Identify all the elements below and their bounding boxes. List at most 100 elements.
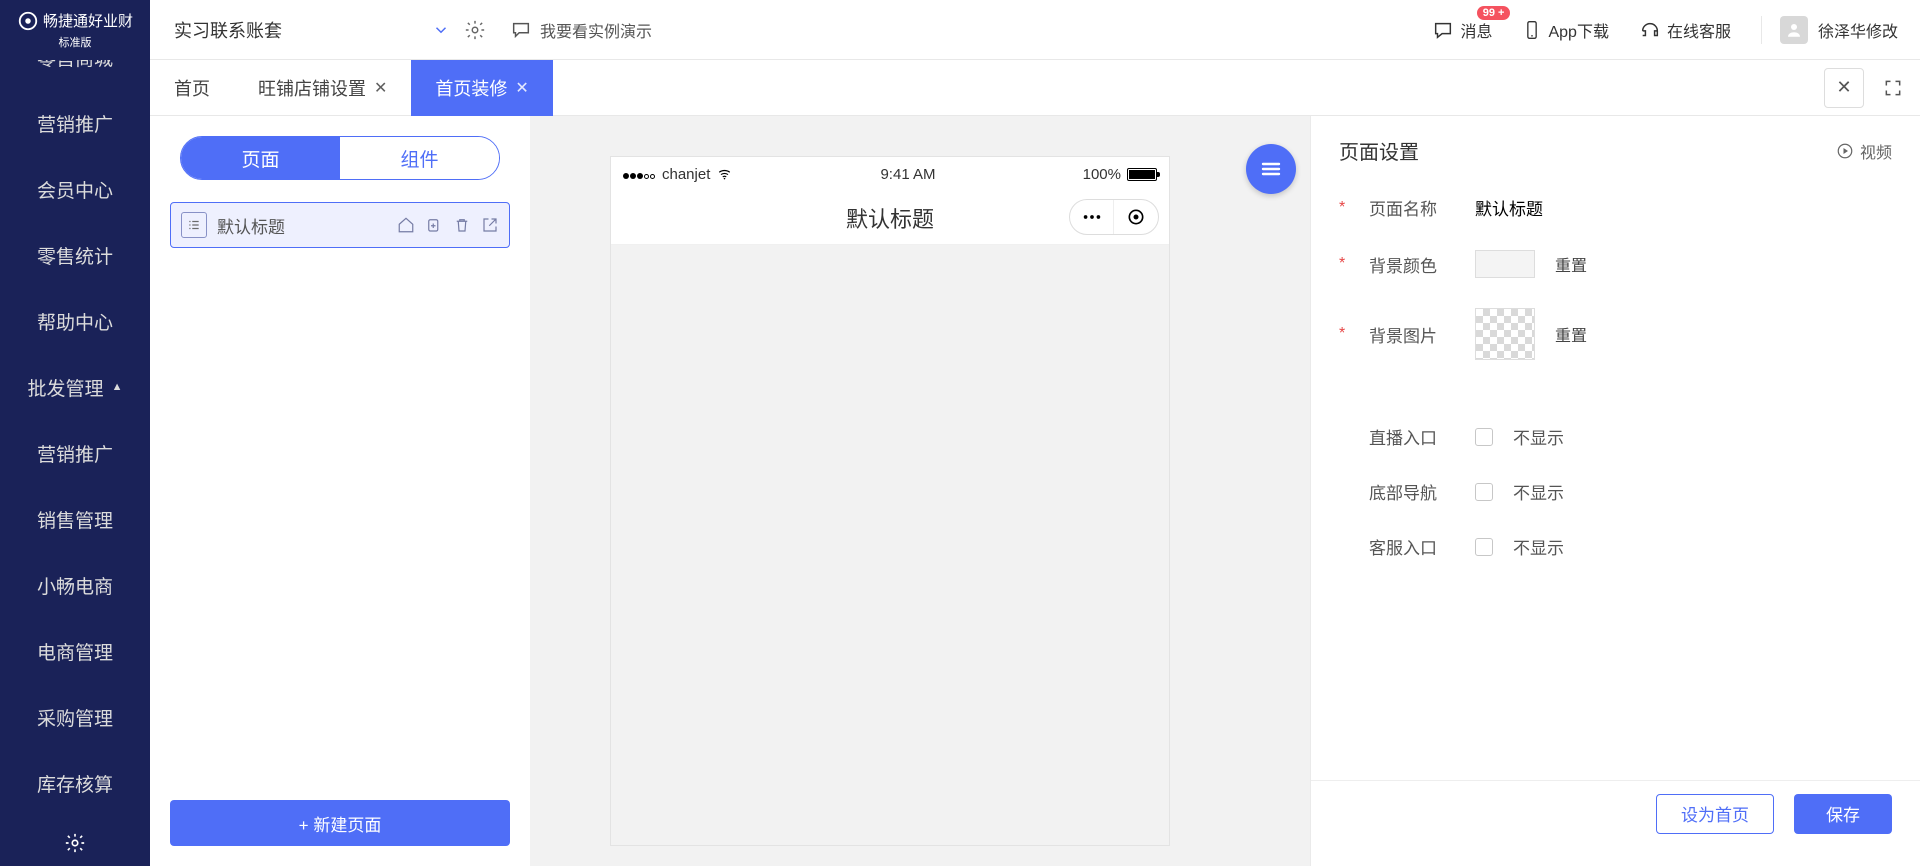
field-label: 直播入口	[1369, 424, 1455, 449]
dots-icon	[1081, 213, 1103, 221]
chat-icon	[510, 19, 532, 41]
nav-settings-button[interactable]	[0, 820, 150, 866]
segment-component-button[interactable]: 组件	[340, 137, 499, 179]
save-button[interactable]: 保存	[1794, 794, 1892, 834]
app-download-button[interactable]: App下载	[1522, 18, 1608, 42]
account-selector[interactable]: 实习联系账套	[150, 17, 510, 43]
canvas-area: chanjet 9:41 AM 100% 默认标题	[530, 116, 1310, 866]
nav-inventory[interactable]: 库存核算	[0, 750, 150, 816]
settings-title: 页面设置	[1339, 136, 1419, 165]
bg-color-swatch[interactable]	[1475, 250, 1535, 278]
floating-menu-button[interactable]	[1246, 144, 1296, 194]
content-area: 页面 组件 默认标题 + 新建页面 chanjet 9:41 A	[150, 116, 1920, 866]
nav-marketing[interactable]: 营销推广	[0, 90, 150, 156]
target-button[interactable]	[1114, 199, 1158, 235]
carrier-label: chanjet	[662, 166, 710, 183]
row-live-entry: 直播入口 不显示	[1339, 424, 1892, 449]
gear-icon	[464, 19, 486, 41]
tab-label: 首页装修	[435, 75, 507, 101]
close-icon[interactable]: ✕	[515, 78, 528, 98]
username: 徐泽华修改	[1818, 18, 1898, 42]
target-icon	[1126, 207, 1146, 227]
row-bg-color: * 背景颜色 重置	[1339, 250, 1892, 278]
live-entry-checkbox[interactable]	[1475, 428, 1493, 446]
fullscreen-button[interactable]	[1878, 73, 1908, 103]
field-label: 背景颜色	[1369, 252, 1455, 277]
home-icon[interactable]	[397, 216, 415, 234]
copy-icon[interactable]	[425, 216, 443, 234]
nav-retail-mall[interactable]: 零售商城	[0, 60, 150, 90]
brand-sub: 标准版	[59, 34, 92, 50]
bg-image-picker[interactable]	[1475, 308, 1535, 360]
more-button[interactable]	[1070, 199, 1114, 235]
nav-label: 营销推广	[37, 440, 113, 467]
user-menu[interactable]: 徐泽华修改	[1761, 16, 1898, 44]
tabs-close-all-button[interactable]: ✕	[1824, 68, 1864, 108]
left-panel: 页面 组件 默认标题 + 新建页面	[150, 116, 530, 866]
delete-icon[interactable]	[453, 216, 471, 234]
demo-link[interactable]: 我要看实例演示	[510, 18, 652, 42]
new-page-button[interactable]: + 新建页面	[170, 800, 510, 846]
bg-color-reset[interactable]: 重置	[1555, 252, 1587, 276]
nav-label: 销售管理	[37, 506, 113, 533]
page-list-item[interactable]: 默认标题	[170, 202, 510, 248]
nav-label: 批发管理	[28, 374, 104, 401]
video-label: 视频	[1860, 139, 1892, 163]
checkbox-label: 不显示	[1513, 424, 1564, 449]
row-bottom-nav: 底部导航 不显示	[1339, 479, 1892, 504]
wifi-icon	[716, 167, 733, 181]
field-label: 底部导航	[1369, 479, 1455, 504]
caret-up-icon: ▲	[112, 381, 123, 393]
nav-xiaochang-ec[interactable]: 小畅电商	[0, 552, 150, 618]
bg-image-reset[interactable]: 重置	[1555, 322, 1587, 346]
tab-shop-settings[interactable]: 旺铺店铺设置 ✕	[234, 60, 411, 116]
brand-name: 畅捷通好业财	[43, 10, 133, 31]
signal-icon	[623, 166, 656, 183]
bottom-nav-checkbox[interactable]	[1475, 483, 1493, 501]
phone-canvas[interactable]	[611, 245, 1169, 845]
tabs-row: 首页 旺铺店铺设置 ✕ 首页装修 ✕ ✕	[150, 60, 1920, 116]
tab-label: 旺铺店铺设置	[258, 75, 366, 101]
chevron-down-icon	[432, 21, 450, 39]
nav-sub-marketing[interactable]: 营销推广	[0, 420, 150, 486]
set-home-button[interactable]: 设为首页	[1656, 794, 1774, 834]
message-icon	[1432, 19, 1454, 41]
nav-label: 帮助中心	[37, 308, 113, 335]
segment-control: 页面 组件	[180, 136, 500, 180]
required-mark: *	[1339, 255, 1349, 273]
cs-entry-checkbox[interactable]	[1475, 538, 1493, 556]
nav-retail-stats[interactable]: 零售统计	[0, 222, 150, 288]
list-icon	[181, 212, 207, 238]
nav-sub-sales[interactable]: 销售管理	[0, 486, 150, 552]
nav-ec-manage[interactable]: 电商管理	[0, 618, 150, 684]
tab-home-decor[interactable]: 首页装修 ✕	[411, 60, 552, 116]
nav-member-center[interactable]: 会员中心	[0, 156, 150, 222]
online-cs-label: 在线客服	[1667, 18, 1731, 42]
left-nav: 零售商城 营销推广 会员中心 零售统计 帮助中心 批发管理 ▲ 营销推广 销售管…	[0, 60, 150, 866]
account-settings-button[interactable]	[464, 19, 486, 41]
nav-label: 营销推广	[37, 110, 113, 137]
online-cs-button[interactable]: 在线客服	[1639, 18, 1731, 42]
video-help-button[interactable]: 视频	[1836, 139, 1892, 163]
headset-icon	[1639, 19, 1661, 41]
nav-help-center[interactable]: 帮助中心	[0, 288, 150, 354]
expand-icon	[1883, 78, 1903, 98]
close-icon[interactable]: ✕	[374, 78, 387, 98]
app-download-label: App下载	[1548, 18, 1608, 42]
field-label: 背景图片	[1369, 322, 1455, 347]
share-icon[interactable]	[481, 216, 499, 234]
row-bg-image: * 背景图片 重置	[1339, 308, 1892, 360]
messages-button[interactable]: 消息 99 +	[1432, 18, 1492, 42]
nav-wholesale-expand[interactable]: 批发管理 ▲	[0, 354, 150, 420]
nav-label: 零售商城	[37, 60, 113, 71]
segment-page-button[interactable]: 页面	[181, 137, 340, 179]
tab-home[interactable]: 首页	[150, 60, 234, 116]
settings-panel: 页面设置 视频 * 页面名称 * 背景颜色 重置 * 背景图片 重置 直	[1310, 116, 1920, 866]
gear-icon	[64, 832, 86, 854]
top-actions: 消息 99 + App下载 在线客服 徐泽华修改	[1432, 16, 1920, 44]
brand-block: 畅捷通好业财 标准版	[0, 0, 150, 60]
page-name-input[interactable]	[1475, 198, 1696, 218]
phone-preview: chanjet 9:41 AM 100% 默认标题	[610, 156, 1170, 846]
nav-purchase-manage[interactable]: 采购管理	[0, 684, 150, 750]
messages-label: 消息	[1460, 18, 1492, 42]
